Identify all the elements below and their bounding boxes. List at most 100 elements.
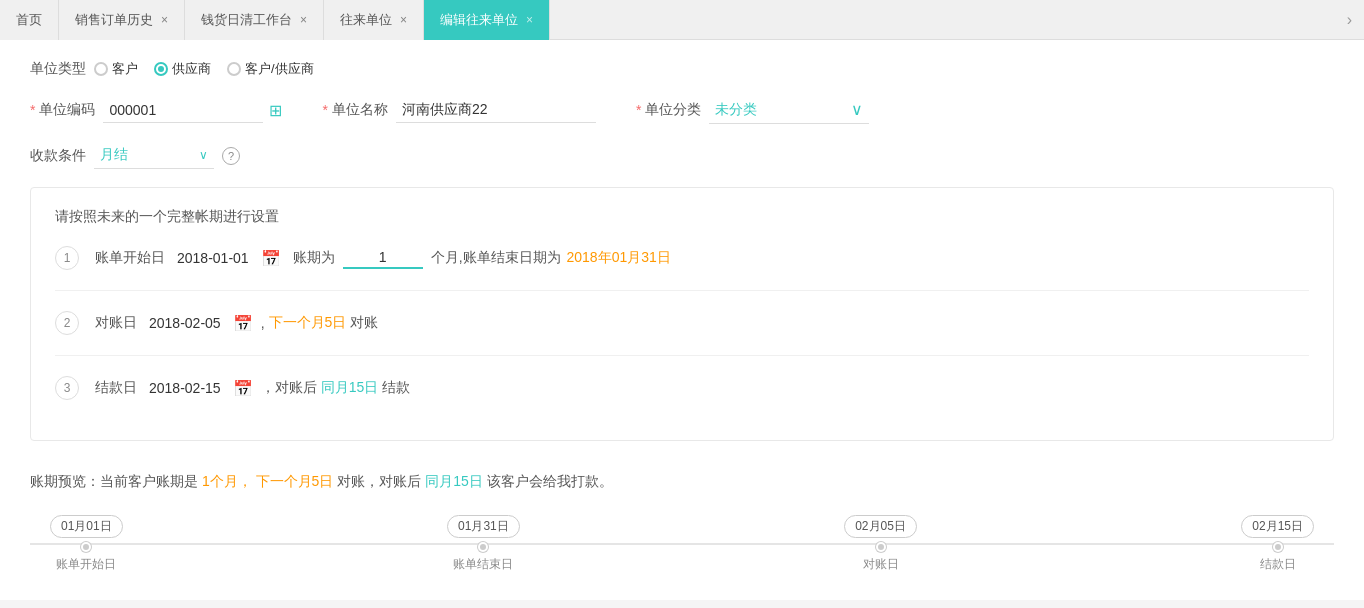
step-row-1: 1 账单开始日 2018-01-01 📅 账期为 个月,账单结束日期为 2018…	[55, 246, 1309, 291]
settings-panel: 请按照未来的一个完整帐期进行设置 1 账单开始日 2018-01-01 📅 账期…	[30, 187, 1334, 441]
preview-section: 账期预览：当前客户账期是 1个月， 下一个月5日 对账，对账后 同月15日 该客…	[30, 457, 1334, 573]
radio-customer[interactable]: 客户	[94, 60, 138, 78]
payment-terms-row: 收款条件 月结 ∨ ?	[30, 142, 1334, 169]
timeline-point-4: 02月15日 结款日	[1241, 515, 1314, 573]
step-1-calendar-icon[interactable]: 📅	[261, 249, 281, 268]
preview-middle: 对账，对账后	[337, 473, 425, 489]
preview-prefix: 账期预览：当前客户账期是	[30, 473, 198, 489]
unit-code-input[interactable]	[103, 98, 263, 123]
payment-terms-value: 月结	[100, 146, 193, 164]
tab-more-button[interactable]: ›	[1335, 11, 1364, 29]
step-num-1: 1	[55, 246, 79, 270]
payment-terms-help-icon[interactable]: ?	[222, 147, 240, 165]
radio-supplier-label: 供应商	[172, 60, 211, 78]
radio-customer-label: 客户	[112, 60, 138, 78]
preview-suffix: 该客户会给我打款。	[487, 473, 613, 489]
step-1-period-input[interactable]	[343, 247, 423, 269]
radio-supplier-circle	[154, 62, 168, 76]
step-row-2: 2 对账日 2018-02-05 📅 , 下一个月5日 对账	[55, 311, 1309, 356]
tab-counterparty[interactable]: 往来单位 ×	[324, 0, 424, 40]
unit-category-field: * 单位分类 未分类 ∨	[636, 96, 869, 124]
unit-category-label: 单位分类	[645, 101, 701, 119]
preview-part3: 同月15日	[425, 473, 483, 489]
timeline-date-3: 02月05日	[844, 515, 917, 538]
unit-category-star: *	[636, 102, 641, 118]
settings-title: 请按照未来的一个完整帐期进行设置	[55, 208, 1309, 226]
timeline-point-2: 01月31日 账单结束日	[447, 515, 520, 573]
timeline-point-1: 01月01日 账单开始日	[50, 515, 123, 573]
tab-home[interactable]: 首页	[0, 0, 59, 40]
step-num-2: 2	[55, 311, 79, 335]
timeline-line	[30, 544, 1334, 545]
timeline-dot-4	[1273, 542, 1283, 552]
tab-sales-history[interactable]: 销售订单历史 ×	[59, 0, 185, 40]
step-date-1: 2018-01-01	[177, 250, 249, 266]
step-1-highlight-date: 2018年01月31日	[567, 249, 671, 267]
preview-part1: 1个月，	[202, 473, 252, 489]
step-date-3: 2018-02-15	[149, 380, 221, 396]
timeline-date-4: 02月15日	[1241, 515, 1314, 538]
unit-info-row: * 单位编码 ⊞ * 单位名称 * 单位分类 未分类 ∨	[30, 96, 1334, 124]
tab-counterparty-close[interactable]: ×	[400, 13, 407, 27]
unit-name-input[interactable]	[396, 98, 596, 123]
unit-code-star: *	[30, 102, 35, 118]
preview-text: 账期预览：当前客户账期是 1个月， 下一个月5日 对账，对账后 同月15日 该客…	[30, 473, 1334, 491]
step-3-prefix: ，对账后	[261, 379, 317, 397]
timeline-date-1: 01月01日	[50, 515, 123, 538]
timeline-dot-2	[478, 542, 488, 552]
tab-sales-history-label: 销售订单历史	[75, 11, 153, 29]
tab-edit-counterparty[interactable]: 编辑往来单位 ×	[424, 0, 550, 40]
step-2-highlight: 下一个月5日	[269, 314, 347, 332]
step-3-highlight: 同月15日	[321, 379, 379, 397]
tab-bar: 首页 销售订单历史 × 钱货日清工作台 × 往来单位 × 编辑往来单位 × ›	[0, 0, 1364, 40]
tab-cash-work-close[interactable]: ×	[300, 13, 307, 27]
preview-part2: 下一个月5日	[256, 473, 334, 489]
tab-cash-work[interactable]: 钱货日清工作台 ×	[185, 0, 324, 40]
timeline-spacer-2	[520, 572, 844, 573]
unit-category-select[interactable]: 未分类 ∨	[709, 96, 869, 124]
timeline-spacer-1	[123, 572, 447, 573]
timeline-date-2: 01月31日	[447, 515, 520, 538]
step-1-suffix: 个月,账单结束日期为	[431, 249, 561, 267]
timeline-desc-1: 账单开始日	[56, 556, 116, 573]
unit-code-field: * 单位编码 ⊞	[30, 98, 282, 123]
unit-category-chevron-icon: ∨	[851, 100, 863, 119]
tab-cash-work-label: 钱货日清工作台	[201, 11, 292, 29]
unit-name-field: * 单位名称	[322, 98, 595, 123]
step-label-2: 对账日	[95, 314, 137, 332]
unit-type-radio-group: 客户 供应商 客户/供应商	[94, 60, 314, 78]
radio-both-circle	[227, 62, 241, 76]
unit-category-value: 未分类	[715, 101, 851, 119]
step-2-calendar-icon[interactable]: 📅	[233, 314, 253, 333]
step-label-1: 账单开始日	[95, 249, 165, 267]
tab-edit-counterparty-label: 编辑往来单位	[440, 11, 518, 29]
unit-type-row: 单位类型 客户 供应商 客户/供应商	[30, 60, 1334, 78]
radio-both[interactable]: 客户/供应商	[227, 60, 314, 78]
step-row-3: 3 结款日 2018-02-15 📅 ，对账后 同月15日 结款	[55, 376, 1309, 420]
payment-terms-chevron-icon: ∨	[199, 148, 208, 162]
unit-type-label: 单位类型	[30, 60, 86, 78]
step-3-calendar-icon[interactable]: 📅	[233, 379, 253, 398]
step-num-3: 3	[55, 376, 79, 400]
tab-counterparty-label: 往来单位	[340, 11, 392, 29]
timeline-desc-2: 账单结束日	[453, 556, 513, 573]
step-3-suffix: 结款	[382, 379, 410, 397]
radio-customer-circle	[94, 62, 108, 76]
radio-both-label: 客户/供应商	[245, 60, 314, 78]
step-date-2: 2018-02-05	[149, 315, 221, 331]
payment-terms-label: 收款条件	[30, 147, 86, 165]
unit-name-label: 单位名称	[332, 101, 388, 119]
unit-code-label: 单位编码	[39, 101, 95, 119]
radio-supplier[interactable]: 供应商	[154, 60, 211, 78]
tab-home-label: 首页	[16, 11, 42, 29]
step-2-prefix: ,	[261, 315, 265, 331]
tab-edit-counterparty-close[interactable]: ×	[526, 13, 533, 27]
timeline-spacer-3	[917, 572, 1241, 573]
tab-sales-history-close[interactable]: ×	[161, 13, 168, 27]
timeline-desc-4: 结款日	[1260, 556, 1296, 573]
payment-terms-select[interactable]: 月结 ∨	[94, 142, 214, 169]
timeline-point-3: 02月05日 对账日	[844, 515, 917, 573]
unit-code-icon[interactable]: ⊞	[269, 101, 282, 120]
timeline: 01月01日 账单开始日 01月31日 账单结束日 02月05日 对账日	[30, 515, 1334, 573]
step-label-3: 结款日	[95, 379, 137, 397]
